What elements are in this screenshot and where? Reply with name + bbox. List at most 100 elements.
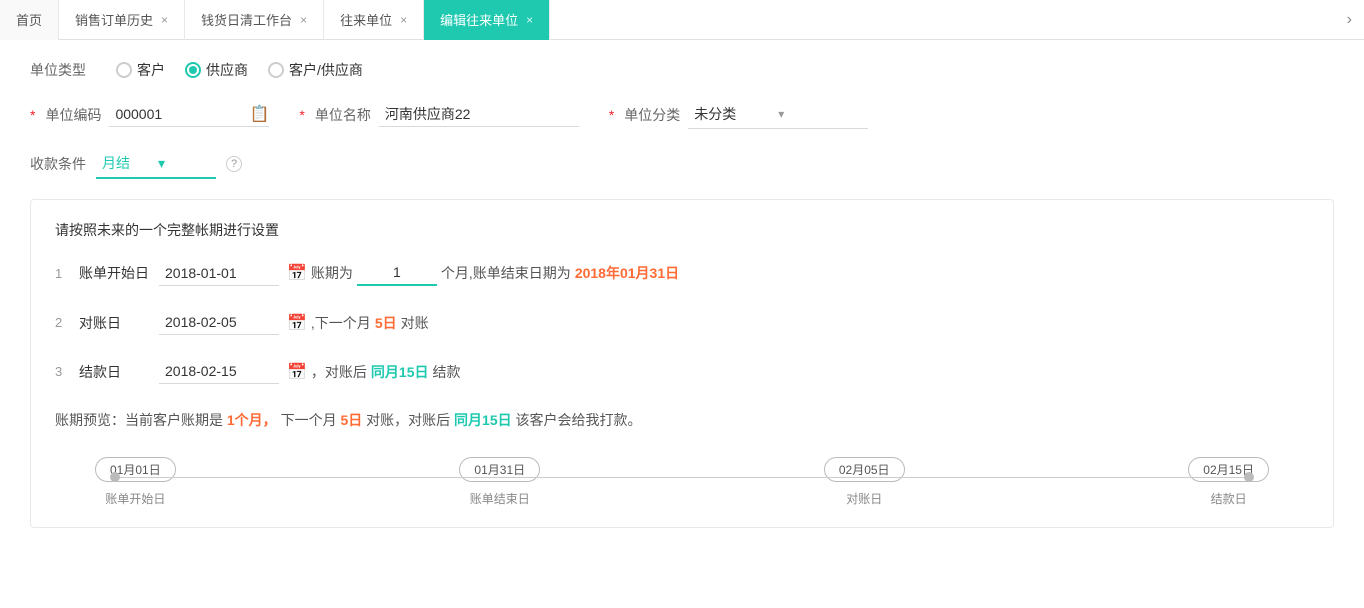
row-3-number: 3 xyxy=(55,364,79,379)
row-1-period-end: 2018年01月31日 xyxy=(575,263,679,283)
preview-period: 1个月， xyxy=(227,412,277,428)
timeline-node-4-date: 02月15日 xyxy=(1188,457,1269,482)
timeline-line xyxy=(115,477,1249,478)
preview-reconcile-highlight: 5日 xyxy=(340,412,362,428)
row-2-suffix-highlight: 5日 xyxy=(375,313,397,333)
unit-name-input[interactable] xyxy=(379,102,579,127)
timeline-node-1: 01月01日 账单开始日 xyxy=(95,457,176,507)
row-1-calendar-icon[interactable]: 📅 xyxy=(287,263,307,283)
tab-home-label: 首页 xyxy=(16,10,42,29)
unit-category-star: * xyxy=(609,107,614,123)
row-1-period-unit: 个月,账单结束日期为 xyxy=(441,263,571,283)
unit-code-group: * 单位编码 📋 xyxy=(30,102,269,127)
radio-both[interactable]: 客户/供应商 xyxy=(268,60,363,80)
tab-sales-history[interactable]: 销售订单历史 × xyxy=(59,0,185,40)
radio-customer-label: 客户 xyxy=(137,60,165,80)
row-2-label: 对账日 xyxy=(79,313,159,333)
unit-category-value: 未分类 xyxy=(694,104,778,124)
unit-code-star: * xyxy=(30,107,35,123)
payment-condition-row: 收款条件 月结 ▾ ? xyxy=(30,149,1334,179)
unit-code-label: 单位编码 xyxy=(45,105,101,125)
timeline-nodes: 01月01日 账单开始日 01月31日 账单结束日 02月05日 对账日 02月… xyxy=(95,457,1269,507)
row-1-date-input[interactable] xyxy=(159,261,279,286)
tab-partner-units[interactable]: 往来单位 × xyxy=(324,0,424,40)
preview-payment-highlight: 同月15日 xyxy=(454,412,512,428)
radio-both-circle xyxy=(268,62,284,78)
box-title: 请按照未来的一个完整帐期进行设置 xyxy=(55,220,1309,240)
row-3-calendar-icon[interactable]: 📅 xyxy=(287,362,307,382)
timeline-node-1-label: 账单开始日 xyxy=(105,490,165,507)
preview-suffix: 该客户会给我打款。 xyxy=(516,412,642,428)
row-2-suffix-post: 对账 xyxy=(401,313,429,333)
timeline-node-2: 01月31日 账单结束日 xyxy=(459,457,540,507)
radio-both-label: 客户/供应商 xyxy=(289,60,363,80)
timeline-node-3: 02月05日 对账日 xyxy=(824,457,905,507)
unit-name-group: * 单位名称 xyxy=(299,102,578,127)
settings-box: 请按照未来的一个完整帐期进行设置 1 账单开始日 📅 账期为 个月,账单结束日期… xyxy=(30,199,1334,528)
timeline-node-3-label: 对账日 xyxy=(846,490,882,507)
tab-cash-work-close[interactable]: × xyxy=(300,13,307,27)
timeline-node-3-date: 02月05日 xyxy=(824,457,905,482)
timeline-node-2-label: 账单结束日 xyxy=(470,490,530,507)
radio-customer[interactable]: 客户 xyxy=(116,60,165,80)
row-2-date-group: 📅 xyxy=(159,310,307,335)
tab-cash-work-label: 钱货日清工作台 xyxy=(201,10,292,29)
tab-expand-button[interactable]: › xyxy=(1335,11,1364,29)
unit-code-input-wrapper: 📋 xyxy=(109,102,269,127)
row-1-suffix-label: 账期为 xyxy=(311,263,353,283)
tab-edit-partner-close[interactable]: × xyxy=(526,13,533,27)
payment-condition-arrow: ▾ xyxy=(158,155,210,172)
preview-text-row: 账期预览：当前客户账期是 1个月， 下一个月 5日 对账，对账后 同月15日 该… xyxy=(55,408,1309,433)
preview-reconcile-post: 对账，对账后 xyxy=(366,412,450,428)
row-3-date-group: 📅 xyxy=(159,359,307,384)
timeline-node-2-date: 01月31日 xyxy=(459,457,540,482)
tab-home[interactable]: 首页 xyxy=(0,0,59,40)
row-3-date-input[interactable] xyxy=(159,359,279,384)
unit-name-label: 单位名称 xyxy=(315,105,371,125)
unit-category-arrow: ▾ xyxy=(778,107,862,121)
row-1-number: 1 xyxy=(55,266,79,281)
unit-name-star: * xyxy=(299,107,304,123)
row-1-label: 账单开始日 xyxy=(79,263,159,283)
help-icon[interactable]: ? xyxy=(226,156,242,172)
unit-category-select[interactable]: 未分类 ▾ xyxy=(688,100,868,129)
unit-code-input[interactable] xyxy=(109,102,249,126)
row-2-date-input[interactable] xyxy=(159,310,279,335)
row-3-label: 结款日 xyxy=(79,362,159,382)
timeline-node-1-date: 01月01日 xyxy=(95,457,176,482)
timeline-node-4: 02月15日 结款日 xyxy=(1188,457,1269,507)
radio-supplier-label: 供应商 xyxy=(206,60,248,80)
unit-code-icon[interactable]: 📋 xyxy=(249,104,269,124)
row-1-period-input[interactable] xyxy=(357,260,437,286)
row-3-suffix-post: 结款 xyxy=(433,362,461,382)
tab-cash-work[interactable]: 钱货日清工作台 × xyxy=(185,0,324,40)
setting-row-2: 2 对账日 📅 ,下一个月 5日 对账 xyxy=(55,310,1309,335)
unit-category-group: * 单位分类 未分类 ▾ xyxy=(609,100,868,129)
preview-prefix: 账期预览：当前客户账期是 xyxy=(55,412,223,428)
tab-bar: 首页 销售订单历史 × 钱货日清工作台 × 往来单位 × 编辑往来单位 × › xyxy=(0,0,1364,40)
main-content: 单位类型 客户 供应商 客户/供应商 * 单位编码 📋 xyxy=(0,40,1364,608)
timeline-node-4-label: 结款日 xyxy=(1211,490,1247,507)
payment-condition-select[interactable]: 月结 ▾ xyxy=(96,149,216,179)
unit-type-row: 单位类型 客户 供应商 客户/供应商 xyxy=(30,60,1334,80)
row-2-number: 2 xyxy=(55,315,79,330)
unit-info-row: * 单位编码 📋 * 单位名称 * 单位分类 未分类 ▾ xyxy=(30,100,1334,129)
preview-reconcile-pre: 下一个月 xyxy=(281,412,337,428)
tab-edit-partner[interactable]: 编辑往来单位 × xyxy=(424,0,550,40)
tab-sales-history-close[interactable]: × xyxy=(161,13,168,27)
setting-row-3: 3 结款日 📅 ，对账后 同月15日 结款 xyxy=(55,359,1309,384)
radio-supplier[interactable]: 供应商 xyxy=(185,60,248,80)
tab-partner-units-label: 往来单位 xyxy=(340,10,392,29)
payment-condition-label: 收款条件 xyxy=(30,154,86,174)
unit-category-label: 单位分类 xyxy=(624,105,680,125)
radio-supplier-circle xyxy=(185,62,201,78)
row-3-suffix-highlight: 同月15日 xyxy=(371,362,429,382)
tab-partner-units-close[interactable]: × xyxy=(400,13,407,27)
timeline-section: 01月01日 账单开始日 01月31日 账单结束日 02月05日 对账日 02月… xyxy=(55,457,1309,507)
row-2-calendar-icon[interactable]: 📅 xyxy=(287,313,307,333)
setting-row-1: 1 账单开始日 📅 账期为 个月,账单结束日期为 2018年01月31日 xyxy=(55,260,1309,286)
tab-sales-history-label: 销售订单历史 xyxy=(75,10,153,29)
unit-type-radio-group: 客户 供应商 客户/供应商 xyxy=(116,60,363,80)
row-2-suffix-pre: ,下一个月 xyxy=(311,313,371,333)
tab-edit-partner-label: 编辑往来单位 xyxy=(440,10,518,29)
